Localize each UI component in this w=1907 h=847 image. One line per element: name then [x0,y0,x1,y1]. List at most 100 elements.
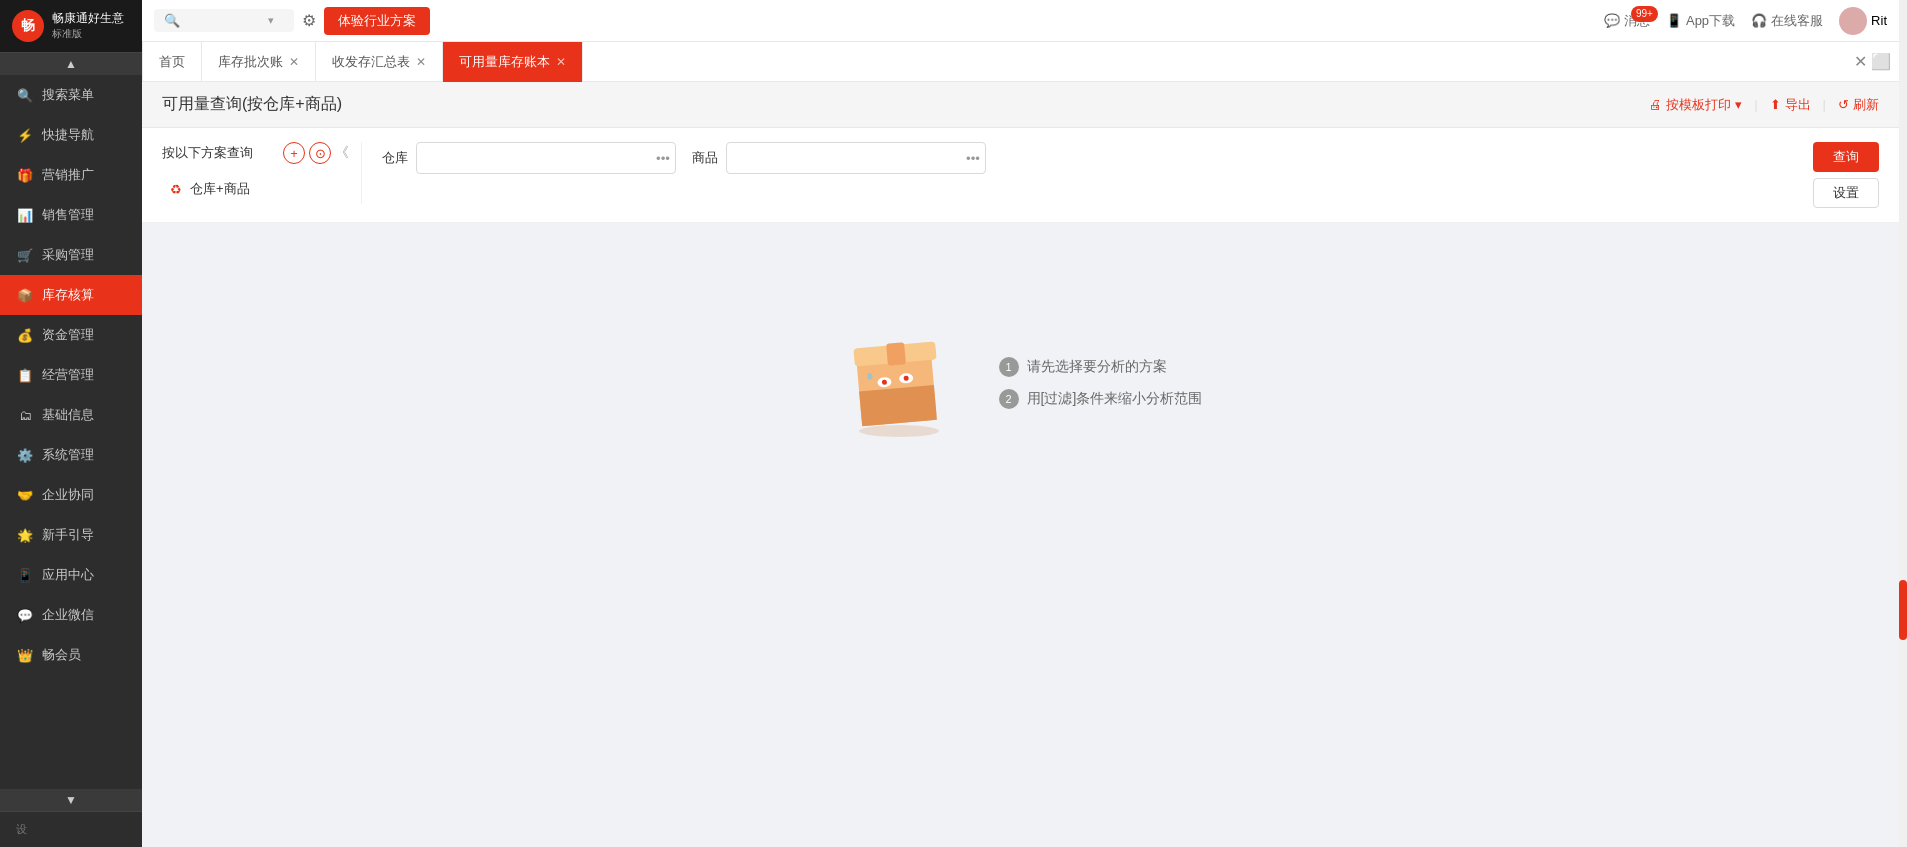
tab-batch-ledger-label: 库存批次账 [218,53,283,71]
sidebar-scroll-down[interactable]: ▼ [0,789,142,811]
sidebar-item-shortcut[interactable]: ⚡ 快捷导航 [0,115,142,155]
scheme-item-warehouse-goods[interactable]: ♻ 仓库+商品 [162,174,349,204]
app-download-btn[interactable]: 📱 App下载 [1666,12,1735,30]
sidebar-item-label: 营销推广 [42,166,94,184]
hint-num-2: 2 [999,389,1019,409]
sidebar-item-label: 库存核算 [42,286,94,304]
empty-hints: 1 请先选择要分析的方案 2 用[过滤]条件来缩小分析范围 [999,357,1203,409]
sidebar-item-label: 销售管理 [42,206,94,224]
sidebar-item-system[interactable]: ⚙️ 系统管理 [0,435,142,475]
user-avatar-area[interactable]: Rit [1839,7,1887,35]
recycle-icon: ♻ [170,182,182,197]
tab-close-btn[interactable]: ✕ [1854,52,1867,71]
scheme-settings-btn[interactable]: ⊙ [309,142,331,164]
sidebar-item-label: 经营管理 [42,366,94,384]
sidebar-brand: 畅康通好生意 标准版 [52,11,124,41]
goods-more-btn[interactable]: ••• [966,151,980,166]
tab-home[interactable]: 首页 [142,42,202,82]
clipboard-icon: 📋 [16,366,34,384]
main-area: 🔍 ▾ ⚙ 体验行业方案 💬 消息 99+ 📱 App下载 🎧 在线客服 R [142,0,1899,847]
sidebar-item-label: 系统管理 [42,446,94,464]
box-icon: 📦 [16,286,34,304]
print-template-btn[interactable]: 🖨 按模板打印 ▾ [1649,96,1742,114]
filter-actions: 查询 设置 [1805,142,1879,208]
tab-stock-summary-close[interactable]: ✕ [416,55,426,69]
tab-maximize-btn[interactable]: ⬜ [1871,52,1891,71]
scrollbar-thumb [1899,580,1907,640]
scheme-add-btn[interactable]: + [283,142,305,164]
sidebar-item-purchase[interactable]: 🛒 采购管理 [0,235,142,275]
sidebar-item-app-center[interactable]: 📱 应用中心 [0,555,142,595]
page-title: 可用量查询(按仓库+商品) [162,94,342,115]
query-btn[interactable]: 查询 [1813,142,1879,172]
sidebar: 畅 畅康通好生意 标准版 ▲ 🔍 搜索菜单 ⚡ 快捷导航 🎁 营销推广 📊 销售… [0,0,142,847]
info-icon: 🗂 [16,406,34,424]
scheme-collapse-btn[interactable]: 《 [335,142,349,164]
sidebar-item-newbie[interactable]: 🌟 新手引导 [0,515,142,555]
sidebar-item-wechat[interactable]: 💬 企业微信 [0,595,142,635]
sep2: | [1823,97,1826,112]
sidebar-item-finance[interactable]: 💰 资金管理 [0,315,142,355]
sidebar-item-member[interactable]: 👑 畅会员 [0,635,142,675]
headset-icon: 🎧 [1751,13,1767,28]
setting-btn[interactable]: 设置 [1813,178,1879,208]
sidebar-item-label: 应用中心 [42,566,94,584]
goods-input-wrap: ••• [726,142,986,174]
hint-text-1: 请先选择要分析的方案 [1027,358,1167,376]
handshake-icon: 🤝 [16,486,34,504]
chat-icon: 💬 [16,606,34,624]
topbar-search-box: 🔍 ▾ [154,9,294,32]
msg-badge: 99+ [1631,6,1658,22]
tab-available-ledger-close[interactable]: ✕ [556,55,566,69]
msg-btn[interactable]: 💬 消息 99+ [1604,12,1650,30]
tab-available-ledger[interactable]: 可用量库存账本 ✕ [443,42,583,82]
warehouse-input[interactable] [416,142,676,174]
page-header-actions: 🖨 按模板打印 ▾ | ⬆ 导出 | ↺ 刷新 [1649,96,1879,114]
settings-gear-icon[interactable]: ⚙ [302,11,316,30]
avatar [1839,7,1867,35]
export-btn[interactable]: ⬆ 导出 [1770,96,1811,114]
sidebar-item-label: 资金管理 [42,326,94,344]
warehouse-more-btn[interactable]: ••• [656,151,670,166]
refresh-btn[interactable]: ↺ 刷新 [1838,96,1879,114]
gear-icon: ⚙️ [16,446,34,464]
filter-area: 按以下方案查询 + ⊙ 《 ♻ 仓库+商品 仓库 [142,128,1899,223]
sidebar-item-label: 快捷导航 [42,126,94,144]
filter-scheme-panel: 按以下方案查询 + ⊙ 《 ♻ 仓库+商品 [162,142,362,204]
msg-icon: 💬 [1604,13,1620,28]
chevron-down-icon: ▾ [268,14,274,27]
sidebar-footer: 设 [0,811,142,847]
sidebar-scroll-up[interactable]: ▲ [0,53,142,75]
scheme-item-label: 仓库+商品 [190,180,250,198]
sidebar-item-label: 新手引导 [42,526,94,544]
page-content: 可用量查询(按仓库+商品) 🖨 按模板打印 ▾ | ⬆ 导出 | ↺ 刷新 [142,82,1899,847]
trial-btn[interactable]: 体验行业方案 [324,7,430,35]
sidebar-scroll: 🔍 搜索菜单 ⚡ 快捷导航 🎁 营销推广 📊 销售管理 🛒 采购管理 📦 库存核… [0,75,142,789]
sidebar-item-search[interactable]: 🔍 搜索菜单 [0,75,142,115]
sidebar-item-enterprise[interactable]: 🤝 企业协同 [0,475,142,515]
sidebar-item-marketing[interactable]: 🎁 营销推广 [0,155,142,195]
filter-field-warehouse: 仓库 ••• [382,142,676,174]
export-icon: ⬆ [1770,97,1781,112]
scheme-header: 按以下方案查询 + ⊙ 《 [162,142,349,164]
sep1: | [1754,97,1757,112]
sidebar-item-label: 畅会员 [42,646,81,664]
sidebar-item-sales[interactable]: 📊 销售管理 [0,195,142,235]
hint-num-1: 1 [999,357,1019,377]
tabs-bar: 首页 库存批次账 ✕ 收发存汇总表 ✕ 可用量库存账本 ✕ ✕ ⬜ [142,42,1899,82]
scheme-actions: + ⊙ 《 [283,142,349,164]
sidebar-item-basic-info[interactable]: 🗂 基础信息 [0,395,142,435]
online-service-btn[interactable]: 🎧 在线客服 [1751,12,1823,30]
sidebar-item-label: 搜索菜单 [42,86,94,104]
goods-input[interactable] [726,142,986,174]
tab-batch-ledger[interactable]: 库存批次账 ✕ [202,42,316,82]
tab-stock-summary[interactable]: 收发存汇总表 ✕ [316,42,443,82]
sidebar-item-business[interactable]: 📋 经营管理 [0,355,142,395]
sidebar-item-inventory[interactable]: 📦 库存核算 [0,275,142,315]
topbar-search-input[interactable] [184,14,264,28]
empty-illustration [839,323,959,443]
right-scrollbar[interactable] [1899,0,1907,847]
tab-batch-ledger-close[interactable]: ✕ [289,55,299,69]
sidebar-item-label: 采购管理 [42,246,94,264]
sidebar-logo: 畅 [12,10,44,42]
